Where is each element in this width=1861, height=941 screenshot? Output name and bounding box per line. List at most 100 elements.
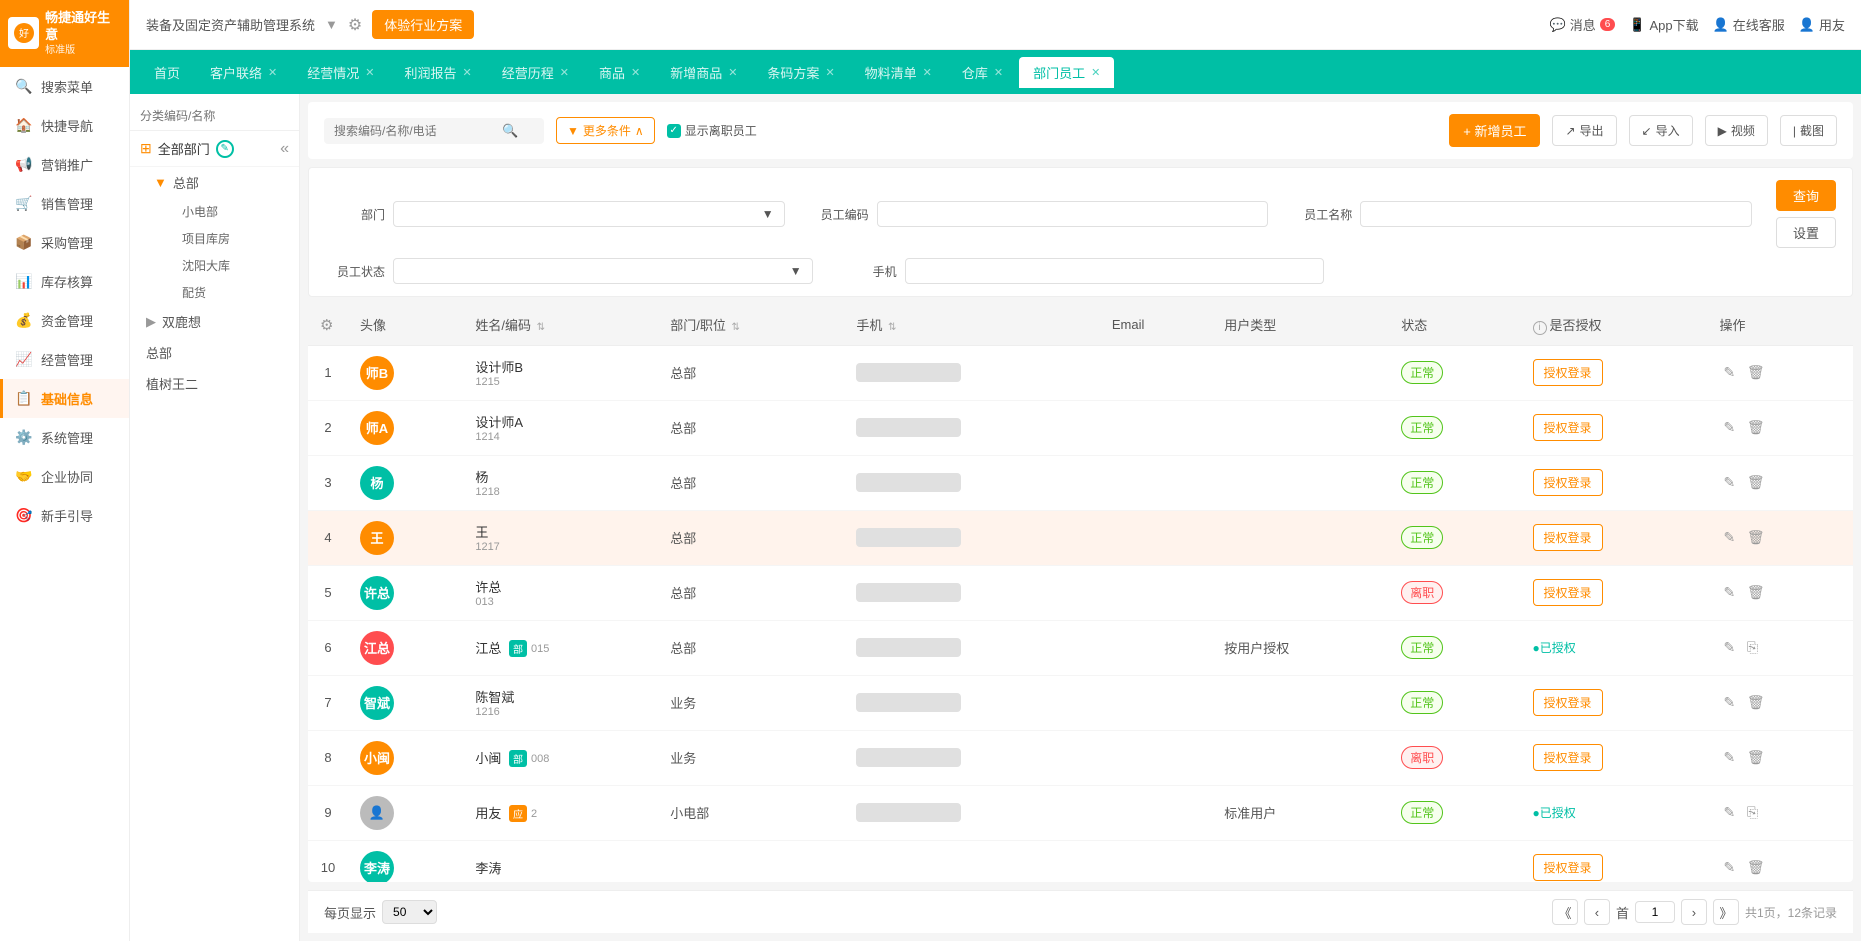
tab-new-goods[interactable]: 新增商品 ✕ [656, 57, 751, 88]
add-employee-button[interactable]: + 新增员工 [1449, 114, 1540, 147]
tab-operation-status[interactable]: 经营情况 ✕ [293, 57, 388, 88]
col-phone-sort[interactable]: ⇅ [888, 322, 896, 333]
tree-node-zongbu[interactable]: ▼ 总部 [138, 167, 299, 198]
tab-customer[interactable]: 客户联络 ✕ [196, 57, 291, 88]
tab-close-goods[interactable]: ✕ [631, 66, 640, 79]
tab-process[interactable]: 经营历程 ✕ [488, 57, 583, 88]
tree-collapse-icon[interactable]: « [280, 140, 289, 158]
edit-button[interactable]: ✎ [1719, 417, 1739, 438]
tab-close-bom[interactable]: ✕ [923, 66, 932, 79]
auth-button[interactable]: 授权登录 [1533, 854, 1603, 881]
edit-button[interactable]: ✎ [1719, 692, 1739, 713]
sidebar-item-inventory[interactable]: 📊 库存核算 [0, 262, 129, 301]
tree-node-shuanglu[interactable]: ▶ 双鹿想 [130, 306, 299, 337]
sidebar-item-finance[interactable]: 💰 资金管理 [0, 301, 129, 340]
emp-status-select[interactable]: ▼ [393, 258, 813, 284]
auth-button[interactable]: 授权登录 [1533, 689, 1603, 716]
copy-button[interactable]: ⎘ [1743, 637, 1762, 658]
tab-profit[interactable]: 利润报告 ✕ [390, 57, 485, 88]
delete-button[interactable]: 🗑 [1743, 857, 1769, 878]
delete-button[interactable]: 🗑 [1743, 692, 1769, 713]
app-download-button[interactable]: 📱 App下载 [1629, 15, 1698, 34]
tab-close-op[interactable]: ✕ [365, 66, 374, 79]
tree-node-zongbu2[interactable]: 总部 [130, 337, 299, 368]
auth-button[interactable]: 授权登录 [1533, 359, 1603, 386]
copy-button[interactable]: ⎘ [1743, 802, 1762, 823]
first-page-button[interactable]: 《 [1552, 899, 1578, 925]
sidebar-item-enterprise[interactable]: 🤝 企业协同 [0, 457, 129, 496]
col-dept-sort[interactable]: ⇅ [731, 322, 739, 333]
per-page-select[interactable]: 50 20 100 [382, 900, 437, 924]
tab-close-process[interactable]: ✕ [560, 66, 569, 79]
tab-bom[interactable]: 物料清单 ✕ [851, 57, 946, 88]
edit-button[interactable]: ✎ [1719, 527, 1739, 548]
auth-button[interactable]: 授权登录 [1533, 524, 1603, 551]
auth-button[interactable]: 授权登录 [1533, 579, 1603, 606]
edit-button[interactable]: ✎ [1719, 637, 1739, 658]
delete-button[interactable]: 🗑 [1743, 362, 1769, 383]
online-service-button[interactable]: 👤 在线客服 [1713, 15, 1785, 34]
tab-goods[interactable]: 商品 ✕ [585, 57, 654, 88]
tree-child-peihuo[interactable]: 配货 [154, 279, 299, 306]
tab-department[interactable]: 部门员工 ✕ [1019, 57, 1114, 88]
delete-button[interactable]: 🗑 [1743, 472, 1769, 493]
sidebar-item-quicknav[interactable]: 🏠 快捷导航 [0, 106, 129, 145]
delete-button[interactable]: 🗑 [1743, 582, 1769, 603]
sidebar-item-purchase[interactable]: 📦 采购管理 [0, 223, 129, 262]
reset-button[interactable]: 设置 [1776, 217, 1836, 248]
edit-button[interactable]: ✎ [1719, 472, 1739, 493]
tree-edit-icon[interactable]: ✎ [216, 140, 234, 158]
page-number-input[interactable] [1635, 901, 1675, 923]
sidebar-item-guide[interactable]: 🎯 新手引导 [0, 496, 129, 535]
tab-close-dept[interactable]: ✕ [1091, 66, 1100, 79]
col-settings-icon[interactable]: ⚙ [320, 317, 333, 334]
tree-child-xiaodianbu[interactable]: 小电部 [154, 198, 299, 225]
tab-close-new-goods[interactable]: ✕ [728, 66, 737, 79]
import-button[interactable]: ↙ 导入 [1629, 115, 1693, 146]
emp-name-input[interactable] [1360, 201, 1752, 227]
prev-page-button[interactable]: ‹ [1584, 899, 1610, 925]
query-button[interactable]: 查询 [1776, 180, 1836, 211]
tree-search-input[interactable] [140, 109, 295, 123]
delete-button[interactable]: 🗑 [1743, 417, 1769, 438]
tab-close-profit[interactable]: ✕ [463, 66, 472, 79]
tab-barcode[interactable]: 条码方案 ✕ [753, 57, 848, 88]
col-name-sort[interactable]: ⇅ [537, 322, 545, 333]
tree-child-xiangmu[interactable]: 项目库房 [154, 225, 299, 252]
user-avatar[interactable]: 👤 用友 [1799, 15, 1845, 34]
tab-close-warehouse[interactable]: ✕ [994, 66, 1003, 79]
edit-button[interactable]: ✎ [1719, 857, 1739, 878]
sidebar-item-marketing[interactable]: 📢 营销推广 [0, 145, 129, 184]
emp-code-input[interactable] [877, 201, 1269, 227]
delete-button[interactable]: 🗑 [1743, 747, 1769, 768]
message-button[interactable]: 💬 消息 6 [1550, 15, 1616, 34]
edit-button[interactable]: ✎ [1719, 747, 1739, 768]
view-button[interactable]: ▶ 视频 [1705, 115, 1768, 146]
edit-button[interactable]: ✎ [1719, 802, 1739, 823]
settings-icon[interactable]: ⚙ [348, 15, 362, 35]
tree-header[interactable]: ⊞ 全部部门 ✎ « [130, 131, 299, 167]
last-page-button[interactable]: 》 [1713, 899, 1739, 925]
sidebar-item-basic-info[interactable]: 📋 基础信息 [0, 379, 129, 418]
sidebar-item-search[interactable]: 🔍 搜索菜单 [0, 67, 129, 106]
tab-home[interactable]: 首页 [140, 57, 194, 88]
delete-button[interactable]: 🗑 [1743, 527, 1769, 548]
sidebar-item-operation[interactable]: 📈 经营管理 [0, 340, 129, 379]
trial-button[interactable]: 体验行业方案 [372, 10, 474, 39]
edit-button[interactable]: ✎ [1719, 582, 1739, 603]
tree-child-shenyang[interactable]: 沈阳大库 [154, 252, 299, 279]
tab-close-barcode[interactable]: ✕ [825, 66, 834, 79]
title-dropdown-icon[interactable]: ▼ [325, 17, 338, 32]
next-page-button[interactable]: › [1681, 899, 1707, 925]
dept-select[interactable]: ▼ [393, 201, 785, 227]
export-button[interactable]: ↗ 导出 [1552, 115, 1616, 146]
tab-warehouse[interactable]: 仓库 ✕ [948, 57, 1017, 88]
employee-search-input[interactable] [334, 124, 494, 138]
edit-button[interactable]: ✎ [1719, 362, 1739, 383]
more-filter-button[interactable]: ▼ 更多条件 ∧ [556, 117, 655, 144]
sidebar-item-sales[interactable]: 🛒 销售管理 [0, 184, 129, 223]
tree-node-zhishu[interactable]: 植树王二 [130, 368, 299, 399]
help-button[interactable]: | 截图 [1780, 115, 1837, 146]
sidebar-item-system[interactable]: ⚙️ 系统管理 [0, 418, 129, 457]
auth-button[interactable]: 授权登录 [1533, 744, 1603, 771]
